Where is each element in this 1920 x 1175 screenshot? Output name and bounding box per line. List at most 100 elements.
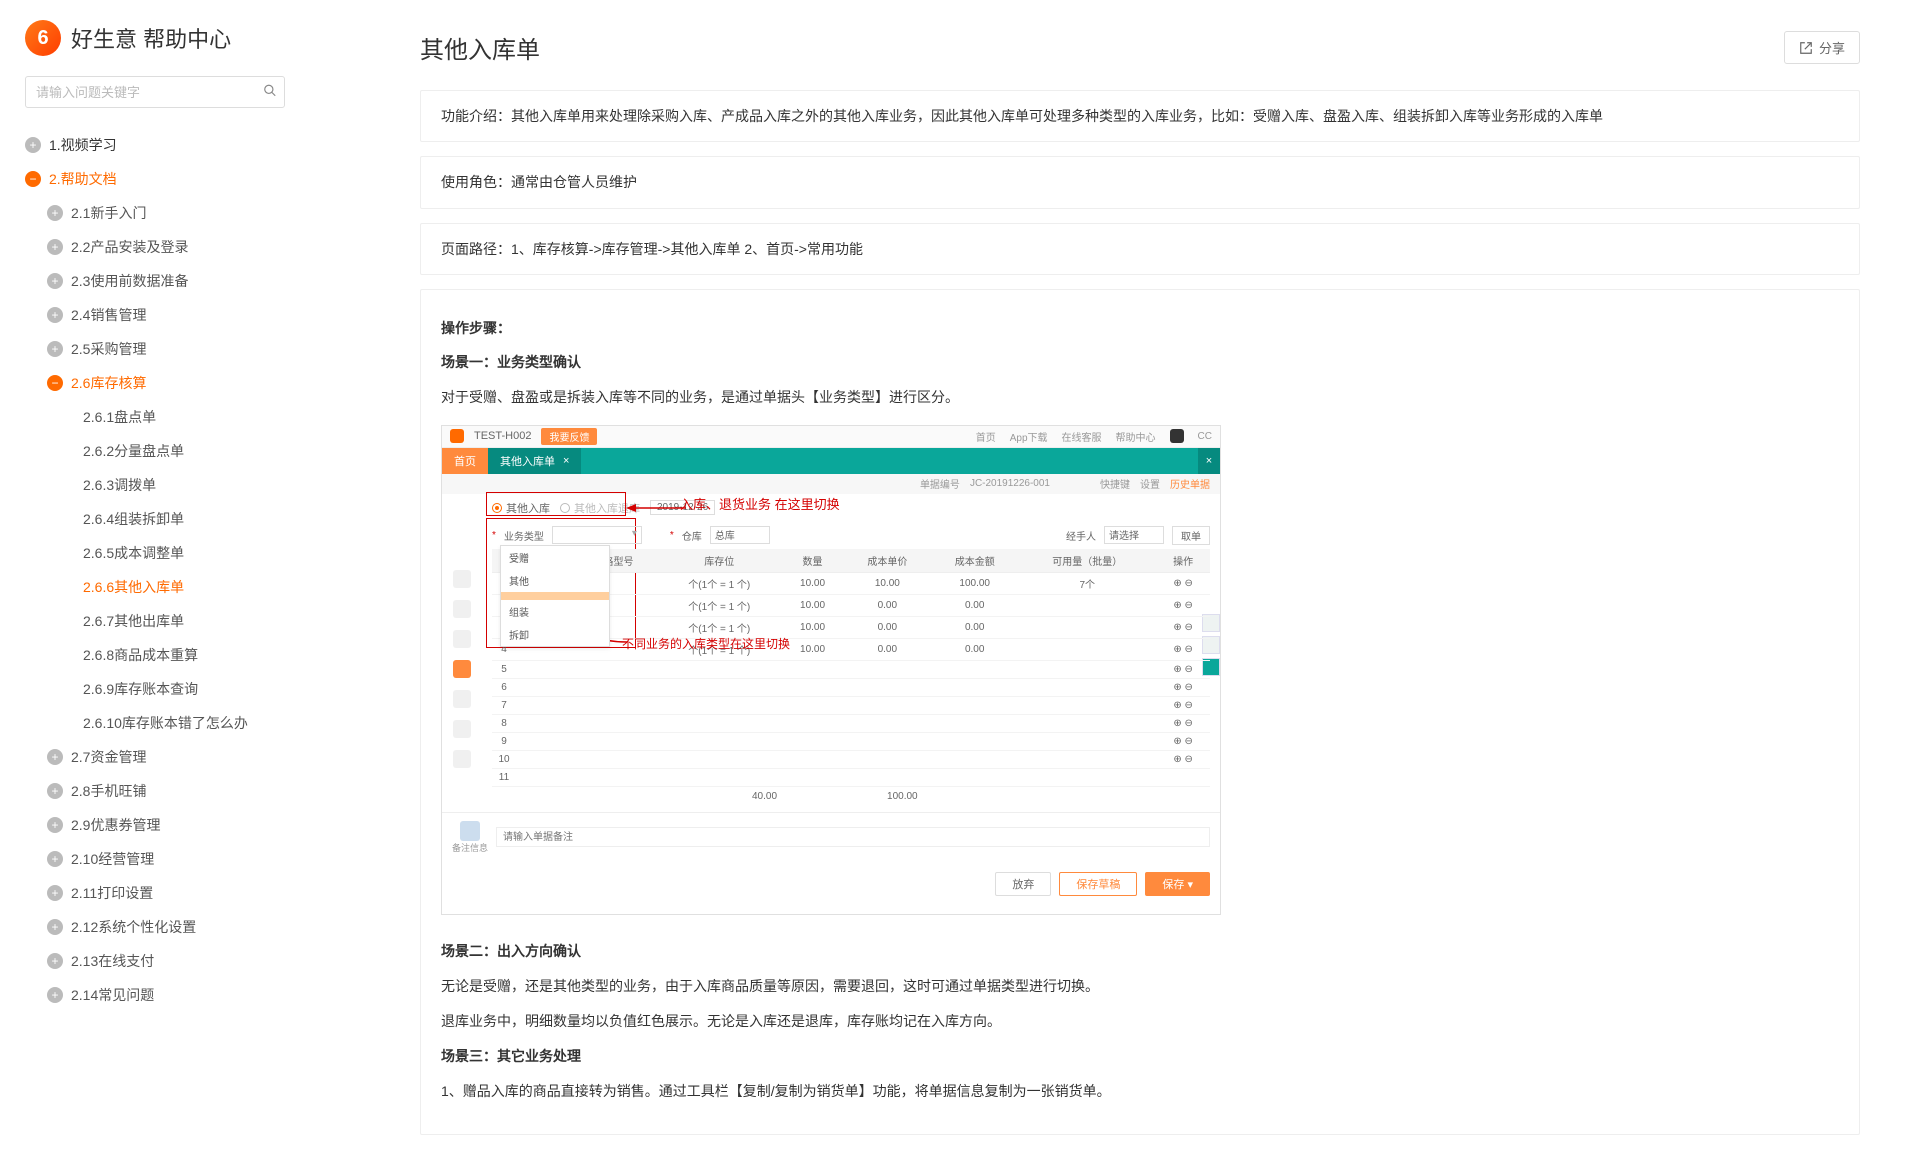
nav-2-6-9[interactable]: 2.6.9库存账本查询 (25, 672, 285, 706)
table-row: 5⊕ ⊖ (492, 660, 1210, 678)
nav-label: 2.6.3调拨单 (83, 468, 156, 502)
nav-2-3[interactable]: 2.3使用前数据准备 (25, 264, 285, 298)
type-dropdown: 受赠 其他 组装 拆卸 (500, 545, 610, 647)
draft-button: 保存草稿 (1059, 872, 1137, 896)
nav-label: 2.11打印设置 (71, 876, 153, 910)
scene3-text: 1、赠品入库的商品直接转为销售。通过工具栏【复制/复制为销货单】功能，将单据信息… (441, 1079, 1839, 1104)
nav-label: 1.视频学习 (49, 128, 117, 162)
sum-amt: 100.00 (887, 791, 918, 802)
discard-button: 放弃 (995, 872, 1051, 896)
expand-icon (47, 307, 63, 323)
expand-icon (47, 919, 63, 935)
app-logo-icon (450, 429, 464, 443)
sum-qty: 40.00 (752, 791, 777, 802)
nav-2-7[interactable]: 2.7资金管理 (25, 740, 285, 774)
shot-tab-active: 其他入库单 × (488, 448, 581, 474)
nav-video[interactable]: 1.视频学习 (25, 128, 285, 162)
nav-2-10[interactable]: 2.10经营管理 (25, 842, 285, 876)
table-row: 8⊕ ⊖ (492, 714, 1210, 732)
nav-label: 2.2产品安装及登录 (71, 230, 188, 264)
tab-label: 其他入库单 (500, 453, 555, 469)
doc-no: JC-20191226-001 (970, 478, 1050, 489)
tool-setting: 设置 (1140, 476, 1160, 491)
expand-icon (47, 987, 63, 1003)
shot-body: 单据编号 JC-20191226-001 快捷键 设置 历史单据 其他入库 其他… (442, 474, 1220, 914)
nav-2-6-4[interactable]: 2.6.4组装拆卸单 (25, 502, 285, 536)
nav-2-6-7[interactable]: 2.6.7其他出库单 (25, 604, 285, 638)
nav-2-2[interactable]: 2.2产品安装及登录 (25, 230, 285, 264)
save-button: 保存 ▾ (1145, 872, 1210, 896)
nav-label: 2.6.2分量盘点单 (83, 434, 184, 468)
expand-icon (47, 205, 63, 221)
nav-label: 2.6.7其他出库单 (83, 604, 184, 638)
top-user: CC (1198, 431, 1212, 442)
nav-label: 2.6.10库存账本错了怎么办 (83, 706, 248, 740)
search-input[interactable] (25, 76, 285, 108)
scene3-title: 场景三：其它业务处理 (441, 1048, 581, 1064)
table-row: 11 (492, 768, 1210, 786)
nav-2-6-6[interactable]: 2.6.6其他入库单 (25, 570, 285, 604)
table-row: 9⊕ ⊖ (492, 732, 1210, 750)
nav-2-13[interactable]: 2.13在线支付 (25, 944, 285, 978)
annotation-text: 入库、退货业务 在这里切换 (680, 494, 840, 513)
nav-2-9[interactable]: 2.9优惠券管理 (25, 808, 285, 842)
nav-label: 2.13在线支付 (71, 944, 154, 978)
search-icon[interactable] (263, 84, 277, 101)
nav-2-6[interactable]: 2.6库存核算 (25, 366, 285, 400)
nav-2-6-5[interactable]: 2.6.5成本调整单 (25, 536, 285, 570)
expand-icon (47, 953, 63, 969)
radio-label: 其他入库 (506, 500, 550, 516)
path-text: 1、库存核算->库存管理->其他入库单 2、首页->常用功能 (511, 241, 863, 257)
expand-icon (47, 783, 63, 799)
th-op: 操作 (1156, 549, 1210, 573)
nav-2-14[interactable]: 2.14常见问题 (25, 978, 285, 1012)
dp-item: 其他 (501, 569, 609, 592)
intro-label: 功能介绍： (441, 108, 511, 124)
nav-label: 2.7资金管理 (71, 740, 146, 774)
close-icon: × (563, 455, 569, 467)
tool-shortcut: 快捷键 (1100, 476, 1130, 491)
op-label: 经手人 (1066, 528, 1096, 543)
tool-history: 历史单据 (1170, 476, 1210, 491)
top-home: 首页 (976, 429, 996, 444)
nav-2-6-2[interactable]: 2.6.2分量盘点单 (25, 434, 285, 468)
dp-item: 拆卸 (501, 623, 609, 646)
expand-icon (25, 137, 41, 153)
share-icon (1799, 41, 1813, 55)
wh-label: 仓库 (682, 528, 702, 543)
nav-2-8[interactable]: 2.8手机旺铺 (25, 774, 285, 808)
nav-2-6-3[interactable]: 2.6.3调拨单 (25, 468, 285, 502)
th-price: 成本单价 (844, 549, 931, 573)
brand-title: 好生意 帮助中心 (71, 22, 231, 54)
search-wrap (25, 76, 285, 108)
avatar-icon (1170, 429, 1184, 443)
scene2-text2: 退库业务中，明细数量均以负值红色展示。无论是入库还是退库，库存账均记在入库方向。 (441, 1009, 1839, 1034)
shot-doc-row: 单据编号 JC-20191226-001 快捷键 设置 历史单据 (442, 474, 1220, 494)
th-inv: 可用量（批量） (1018, 549, 1156, 573)
expand-icon (47, 749, 63, 765)
nav-2-12[interactable]: 2.12系统个性化设置 (25, 910, 285, 944)
nav-2-6-8[interactable]: 2.6.8商品成本重算 (25, 638, 285, 672)
path-box: 页面路径：1、库存核算->库存管理->其他入库单 2、首页->常用功能 (420, 223, 1860, 275)
nav-2-1[interactable]: 2.1新手入门 (25, 196, 285, 230)
expand-icon (47, 817, 63, 833)
expand-icon (47, 239, 63, 255)
nav-label: 2.6.5成本调整单 (83, 536, 184, 570)
nav-2-6-10[interactable]: 2.6.10库存账本错了怎么办 (25, 706, 285, 740)
nav-label: 2.9优惠券管理 (71, 808, 160, 842)
top-chat: 在线客服 (1062, 429, 1102, 444)
nav-2-6-1[interactable]: 2.6.1盘点单 (25, 400, 285, 434)
radio-inbound: 其他入库 (492, 500, 550, 516)
radio-dot-icon (492, 503, 502, 513)
nav-label: 2.帮助文档 (49, 162, 117, 196)
expand-icon (47, 851, 63, 867)
scene2-text1: 无论是受赠，还是其他类型的业务，由于入库商品质量等原因，需要退回，这时可通过单据… (441, 974, 1839, 999)
nav-2-4[interactable]: 2.4销售管理 (25, 298, 285, 332)
annotation-text: 不同业务的入库类型在这里切换 (622, 635, 790, 652)
role-label: 使用角色： (441, 174, 511, 190)
nav-docs[interactable]: 2.帮助文档 (25, 162, 285, 196)
nav-2-11[interactable]: 2.11打印设置 (25, 876, 285, 910)
share-button[interactable]: 分享 (1784, 31, 1860, 64)
dp-item: 受赠 (501, 546, 609, 569)
nav-2-5[interactable]: 2.5采购管理 (25, 332, 285, 366)
